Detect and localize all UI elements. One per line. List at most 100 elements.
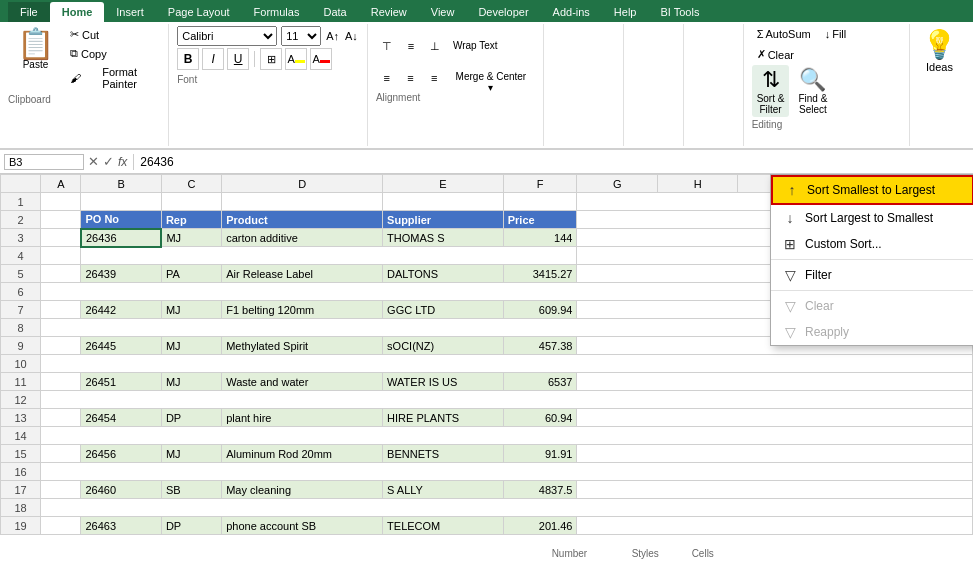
cell-c3[interactable]: MJ: [161, 229, 221, 247]
border-button[interactable]: ⊞: [260, 48, 282, 70]
cell-c7[interactable]: MJ: [161, 301, 221, 319]
formula-input[interactable]: [140, 155, 969, 169]
cell-a1[interactable]: [41, 193, 81, 211]
tab-formulas[interactable]: Formulas: [242, 2, 312, 22]
row-header-7[interactable]: 7: [1, 301, 41, 319]
cell-a4[interactable]: [41, 247, 81, 265]
cell-e9[interactable]: sOCI(NZ): [383, 337, 504, 355]
cell-f19[interactable]: 201.46: [503, 517, 577, 535]
cell-c5[interactable]: PA: [161, 265, 221, 283]
cell-b1[interactable]: [81, 193, 161, 211]
custom-sort-item[interactable]: ⊞ Custom Sort...: [771, 231, 973, 257]
cell-c15[interactable]: MJ: [161, 445, 221, 463]
cell-d13[interactable]: plant hire: [222, 409, 383, 427]
cell-e19[interactable]: TELECOM: [383, 517, 504, 535]
cell-d1[interactable]: [222, 193, 383, 211]
col-header-f[interactable]: F: [503, 175, 577, 193]
tab-insert[interactable]: Insert: [104, 2, 156, 22]
cell-e7[interactable]: GGC LTD: [383, 301, 504, 319]
cell-e17[interactable]: S ALLY: [383, 481, 504, 499]
reapply-item[interactable]: ▽ Reapply: [771, 319, 973, 345]
tab-review[interactable]: Review: [359, 2, 419, 22]
cell-e2[interactable]: Supplier: [383, 211, 504, 229]
row-header-2[interactable]: 2: [1, 211, 41, 229]
col-header-b[interactable]: B: [81, 175, 161, 193]
cell-d15[interactable]: Aluminum Rod 20mm: [222, 445, 383, 463]
ideas-button[interactable]: Ideas: [926, 61, 953, 73]
col-header-d[interactable]: D: [222, 175, 383, 193]
col-header-h[interactable]: H: [657, 175, 737, 193]
cell-b3[interactable]: 26436: [81, 229, 161, 247]
row-header-1[interactable]: 1: [1, 193, 41, 211]
cell-f11[interactable]: 6537: [503, 373, 577, 391]
tab-page-layout[interactable]: Page Layout: [156, 2, 242, 22]
cell-d11[interactable]: Waste and water: [222, 373, 383, 391]
cell-f13[interactable]: 60.94: [503, 409, 577, 427]
cell-d5[interactable]: Air Release Label: [222, 265, 383, 283]
row-header-3[interactable]: 3: [1, 229, 41, 247]
row-header-6[interactable]: 6: [1, 283, 41, 301]
cell-b9[interactable]: 26445: [81, 337, 161, 355]
name-box[interactable]: [4, 154, 84, 170]
formula-cancel-button[interactable]: ✕: [88, 154, 99, 169]
col-header-g[interactable]: G: [577, 175, 657, 193]
font-decrease-button[interactable]: A↓: [344, 29, 359, 43]
cell-e1[interactable]: [383, 193, 504, 211]
bold-button[interactable]: B: [177, 48, 199, 70]
cell-e15[interactable]: BENNETS: [383, 445, 504, 463]
cell-a11[interactable]: [41, 373, 81, 391]
cell-c2[interactable]: Rep: [161, 211, 221, 229]
col-header-e[interactable]: E: [383, 175, 504, 193]
cell-d3[interactable]: carton additive: [222, 229, 383, 247]
col-header-a[interactable]: A: [41, 175, 81, 193]
font-name-select[interactable]: Calibri: [177, 26, 277, 46]
row-header-9[interactable]: 9: [1, 337, 41, 355]
cell-a9[interactable]: [41, 337, 81, 355]
cell-c11[interactable]: MJ: [161, 373, 221, 391]
tab-file[interactable]: File: [8, 2, 50, 22]
cell-c13[interactable]: DP: [161, 409, 221, 427]
fill-color-button[interactable]: A: [285, 48, 307, 70]
tab-addins[interactable]: Add-ins: [541, 2, 602, 22]
cell-f7[interactable]: 609.94: [503, 301, 577, 319]
cell-d19[interactable]: phone account SB: [222, 517, 383, 535]
cell-a3[interactable]: [41, 229, 81, 247]
cell-d7[interactable]: F1 belting 120mm: [222, 301, 383, 319]
cell-b13[interactable]: 26454: [81, 409, 161, 427]
cell-f2[interactable]: Price: [503, 211, 577, 229]
align-left-button[interactable]: ≡: [376, 68, 398, 88]
cell-c1[interactable]: [161, 193, 221, 211]
align-top-button[interactable]: ⊤: [376, 36, 398, 56]
sort-filter-button[interactable]: ⇅ Sort &Filter: [752, 65, 790, 117]
col-header-c[interactable]: C: [161, 175, 221, 193]
cell-b11[interactable]: 26451: [81, 373, 161, 391]
align-right-button[interactable]: ≡: [423, 68, 445, 88]
cell-c19[interactable]: DP: [161, 517, 221, 535]
sort-asc-item[interactable]: ↑ Sort Smallest to Largest: [771, 175, 973, 205]
cell-b7[interactable]: 26442: [81, 301, 161, 319]
paste-button[interactable]: 📋 Paste: [8, 26, 63, 92]
tab-bitools[interactable]: BI Tools: [648, 2, 711, 22]
formula-accept-button[interactable]: ✓: [103, 154, 114, 169]
wrap-text-button[interactable]: Wrap Text: [448, 26, 503, 66]
cell-e5[interactable]: DALTONS: [383, 265, 504, 283]
filter-item[interactable]: ▽ Filter: [771, 262, 973, 288]
row-header-17[interactable]: 17: [1, 481, 41, 499]
underline-button[interactable]: U: [227, 48, 249, 70]
row-header-16[interactable]: 16: [1, 463, 41, 481]
row-header-18[interactable]: 18: [1, 499, 41, 517]
cell-f15[interactable]: 91.91: [503, 445, 577, 463]
cell-f3[interactable]: 144: [503, 229, 577, 247]
cell-b15[interactable]: 26456: [81, 445, 161, 463]
cell-a7[interactable]: [41, 301, 81, 319]
cell-b5[interactable]: 26439: [81, 265, 161, 283]
cell-f5[interactable]: 3415.27: [503, 265, 577, 283]
merge-center-button[interactable]: Merge & Center ▾: [447, 68, 534, 88]
cell-a19[interactable]: [41, 517, 81, 535]
cut-button[interactable]: ✂ Cut: [65, 26, 160, 43]
cell-a17[interactable]: [41, 481, 81, 499]
font-color-button[interactable]: A: [310, 48, 332, 70]
autosum-button[interactable]: Σ AutoSum: [752, 26, 816, 42]
clear-item[interactable]: ▽ Clear: [771, 293, 973, 319]
cell-f17[interactable]: 4837.5: [503, 481, 577, 499]
